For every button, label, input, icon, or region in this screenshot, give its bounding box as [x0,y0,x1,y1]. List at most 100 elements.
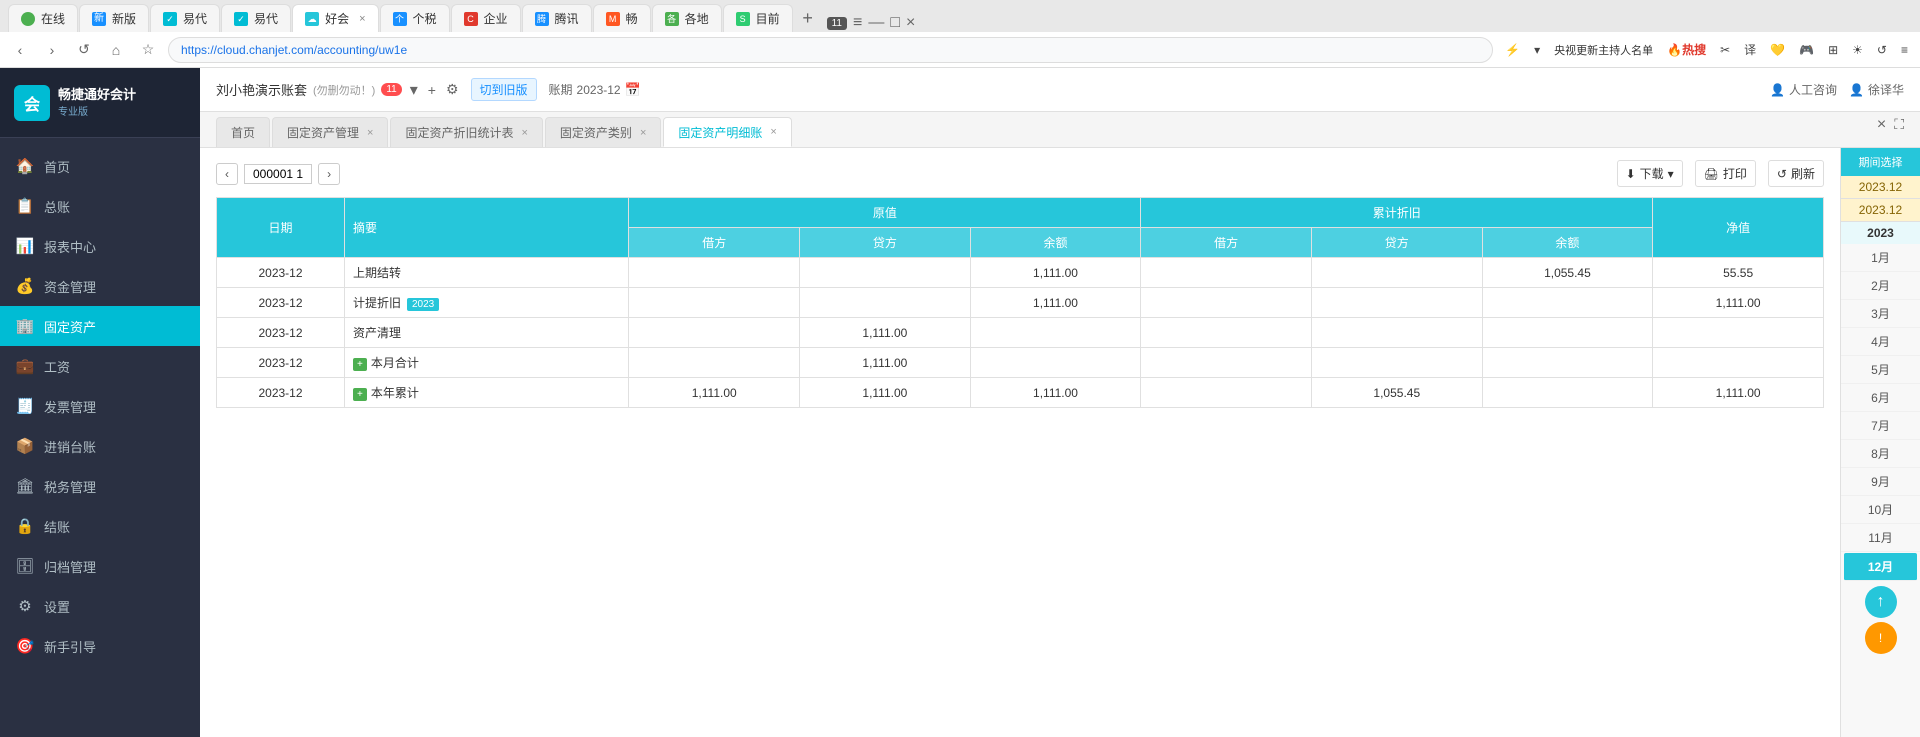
period-month-item[interactable]: 8月 [1841,440,1920,468]
tab-close-5[interactable]: × [359,13,365,25]
cell-net-value: 1,111.00 [1653,378,1824,408]
wallet-icon[interactable]: 💛 [1766,41,1789,59]
period-month-item[interactable]: 11月 [1841,524,1920,552]
period-month-item[interactable]: 1月 [1841,244,1920,272]
minimize-icon[interactable]: — [868,14,884,32]
user-profile-button[interactable]: 👤 徐译华 [1849,81,1904,98]
cut-icon[interactable]: ✂ [1716,41,1734,59]
expand-tab-area-icon[interactable]: ⛶ [1894,116,1904,134]
period-feedback-button[interactable]: ! [1865,622,1897,654]
sidebar-item-report[interactable]: 📊 报表中心 [0,226,200,266]
new-tab-button[interactable]: + [794,4,822,32]
cell-summary: +本年累计 [344,378,628,408]
home-browser-button[interactable]: ⌂ [104,38,128,62]
sidebar-item-ledger[interactable]: 📋 总账 [0,186,200,226]
tab-menu-icon[interactable]: ≡ [853,14,862,32]
browser-tab-2[interactable]: 新 新版 [79,4,149,32]
browser-tab-8[interactable]: 腾 腾讯 [522,4,592,32]
table-row: 2023-12 计提折旧2023 1,111.00 1,111.00 [217,288,1824,318]
grid-icon[interactable]: ⊞ [1824,41,1842,59]
tab-badge: 11 [827,17,847,30]
cell-accum-balance: 1,055.45 [1482,258,1653,288]
sidebar-item-home[interactable]: 🏠 首页 [0,146,200,186]
ledger-table: 日期 摘要 原值 累计折旧 净值 借方 贷方 余额 借方 贷方 余额 [216,197,1824,408]
sidebar-item-guide[interactable]: 🎯 新手引导 [0,626,200,666]
settings-circle-icon[interactable]: ⚙ [446,81,459,98]
back-button[interactable]: ‹ [8,38,32,62]
account-dropdown-icon[interactable]: ▾ [410,80,418,100]
close-browser-icon[interactable]: × [906,14,915,32]
page-tab-home[interactable]: 首页 [216,117,270,147]
next-page-button[interactable]: › [318,163,340,185]
period-month-item[interactable]: 7月 [1841,412,1920,440]
browser-tab-9[interactable]: M 畅 [593,4,651,32]
bookmark-button[interactable]: ☆ [136,38,160,62]
period-month-item[interactable]: 12月 [1844,553,1917,581]
user-name: 刘小艳演示账套 [216,80,307,99]
switch-version-button[interactable]: 切到旧版 [471,78,537,101]
page-tab-close-category[interactable]: × [640,127,646,139]
period-label: 账期 [549,81,573,98]
brightness-icon[interactable]: ☀ [1848,41,1867,59]
page-tab-category-label: 固定资产类别 [560,124,632,141]
period-month-item[interactable]: 2月 [1841,272,1920,300]
close-tab-area-icon[interactable]: × [1877,116,1886,134]
cell-orig-balance: 1,111.00 [970,378,1141,408]
add-account-icon[interactable]: + [428,82,436,98]
refresh-button[interactable]: ↺ [72,38,96,62]
sidebar-item-invoice[interactable]: 🧾 发票管理 [0,386,200,426]
sidebar-item-salary[interactable]: 💼 工资 [0,346,200,386]
browser-tab-10[interactable]: 各 各地 [652,4,722,32]
page-tab-fixed-mgmt[interactable]: 固定资产管理 × [272,117,388,147]
sidebar-item-tax[interactable]: 🏛 税务管理 [0,466,200,506]
col-sub-accum-credit: 贷方 [1311,228,1482,258]
period-panel: 期间选择 2023.12 2023.12 2023 1月2月3月4月5月6月7月… [1840,148,1920,737]
period-month-item[interactable]: 5月 [1841,356,1920,384]
page-tab-close-fixed-mgmt[interactable]: × [367,127,373,139]
browser-tab-5-active[interactable]: ☁ 好会 × [292,4,378,32]
address-bar-input[interactable] [168,37,1493,63]
browser-tab-6[interactable]: 个 个税 [380,4,450,32]
undo-icon[interactable]: ↺ [1873,41,1891,59]
period-up-button[interactable]: ↑ [1865,586,1897,618]
period-month-item[interactable]: 9月 [1841,468,1920,496]
download-button[interactable]: ⬇ 下载 ▾ [1617,160,1683,187]
sidebar-item-inventory[interactable]: 📦 进销台账 [0,426,200,466]
browser-tab-1[interactable]: 在线 [8,4,78,32]
period-edit-icon[interactable]: 📅 [625,82,641,98]
sidebar-item-closing[interactable]: 🔒 结账 [0,506,200,546]
fund-icon: 💰 [16,277,34,295]
sidebar-item-archive[interactable]: 🗄 归档管理 [0,546,200,586]
sidebar-item-fixed-assets[interactable]: 🏢 固定资产 [0,306,200,346]
prev-page-button[interactable]: ‹ [216,163,238,185]
period-month-item[interactable]: 3月 [1841,300,1920,328]
help-button[interactable]: 👤 人工咨询 [1770,81,1837,98]
maximize-icon[interactable]: □ [890,14,900,32]
browser-tab-7[interactable]: C 企业 [451,4,521,32]
browser-tab-11[interactable]: S 目前 [723,4,793,32]
dropdown-icon[interactable]: ▾ [1530,41,1544,59]
more-icon[interactable]: ≡ [1897,41,1912,59]
cell-accum-credit [1311,348,1482,378]
page-tab-close-detail[interactable]: × [770,126,776,138]
page-tab-detail-ledger[interactable]: 固定资产明细账 × [663,117,791,147]
browser-tab-3[interactable]: ✓ 易代 [150,4,220,32]
extension-icon[interactable]: ⚡ [1501,41,1524,59]
period-month-item[interactable]: 6月 [1841,384,1920,412]
sidebar-item-fund[interactable]: 💰 资金管理 [0,266,200,306]
browser-tab-4[interactable]: ✓ 易代 [221,4,291,32]
main-content: 刘小艳演示账套 (勿删勿动！) 11 ▾ + ⚙ 切到旧版 账期 2023-12… [200,68,1920,737]
forward-button[interactable]: › [40,38,64,62]
page-tab-depreciation[interactable]: 固定资产折旧统计表 × [390,117,542,147]
page-tab-category[interactable]: 固定资产类别 × [545,117,661,147]
sidebar-item-settings[interactable]: ⚙ 设置 [0,586,200,626]
period-month-item[interactable]: 10月 [1841,496,1920,524]
period-month-item[interactable]: 4月 [1841,328,1920,356]
print-button[interactable]: 🖨 打印 [1695,160,1756,187]
game-icon[interactable]: 🎮 [1795,41,1818,59]
page-tab-detail-label: 固定资产明细账 [678,124,762,141]
translate-icon[interactable]: 译 [1740,39,1760,60]
refresh-ledger-button[interactable]: ↺ 刷新 [1768,160,1824,187]
page-tab-close-depreciation[interactable]: × [521,127,527,139]
cell-accum-debit [1141,378,1312,408]
